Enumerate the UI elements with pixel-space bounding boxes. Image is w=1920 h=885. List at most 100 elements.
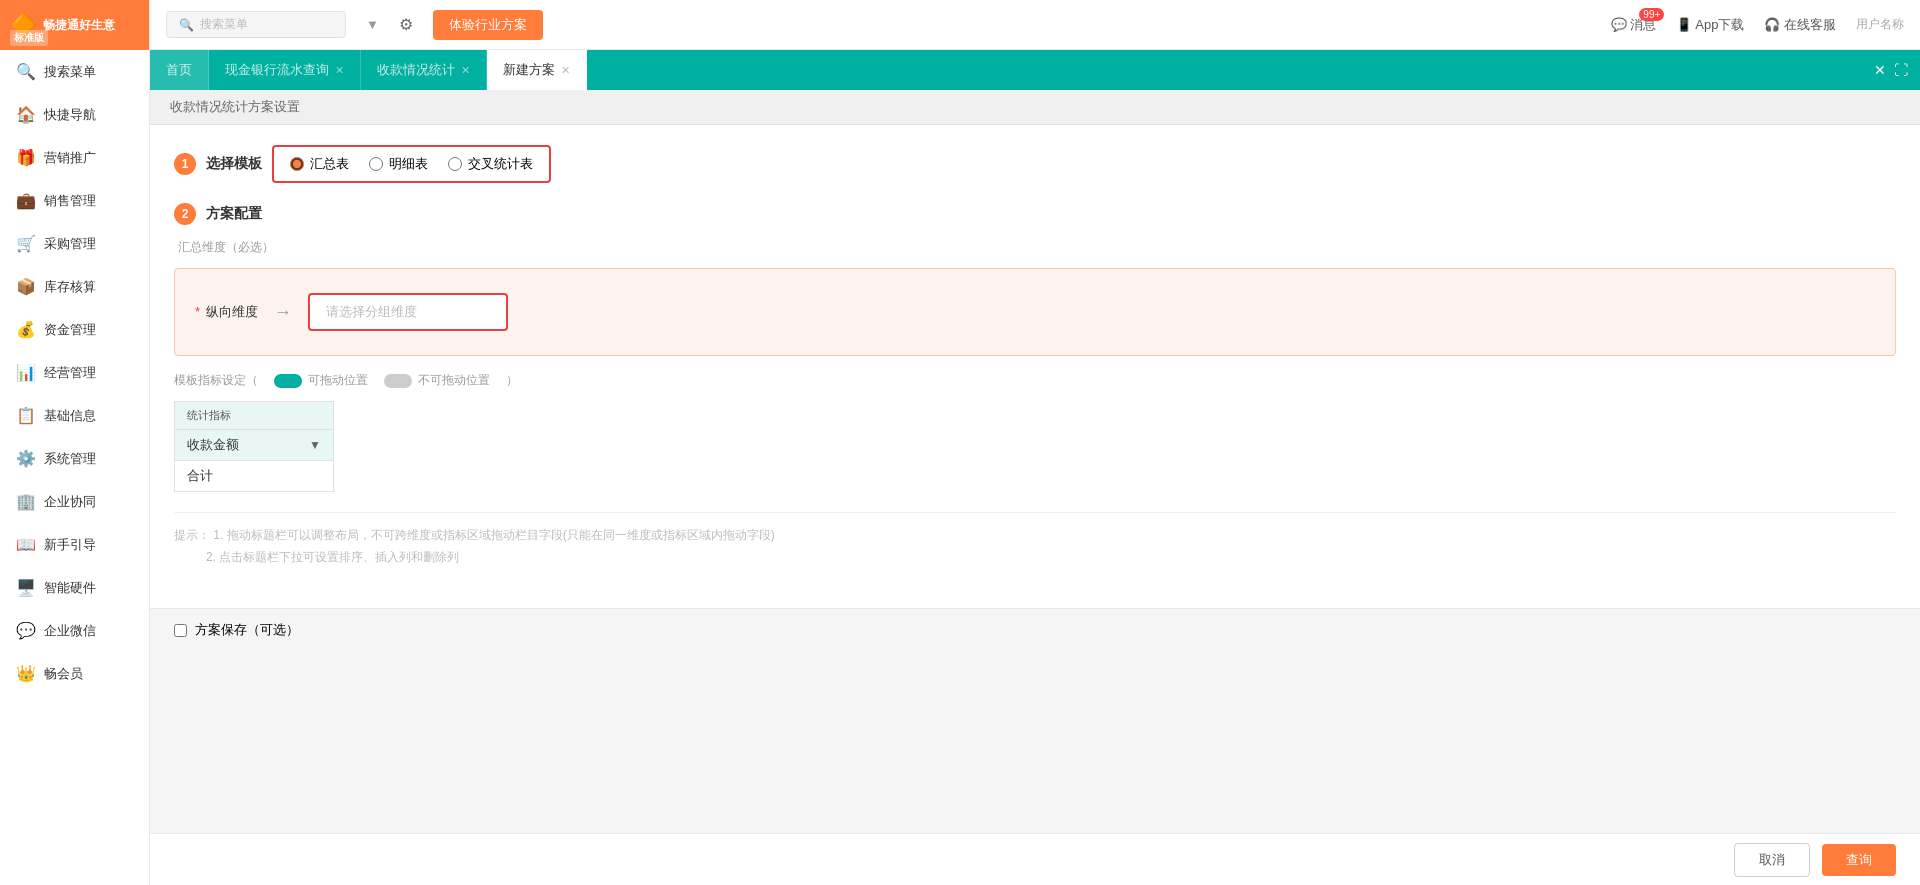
template-options: 汇总表 明细表 交叉统计表 <box>272 145 551 183</box>
tab-home[interactable]: 首页 <box>150 50 209 90</box>
sidebar-item-guide[interactable]: 📖 新手引导 <box>0 523 149 566</box>
sidebar-item-wechat[interactable]: 💬 企业微信 <box>0 609 149 652</box>
toggle-movable <box>274 374 302 388</box>
chevron-down-icon[interactable]: ▼ <box>366 17 379 32</box>
service-label: 在线客服 <box>1784 17 1836 32</box>
member-icon: 👑 <box>16 664 36 683</box>
tip1-text: 提示： 1. 拖动标题栏可以调整布局，不可跨维度或指标区域拖动栏目字段(只能在同… <box>174 525 1896 547</box>
search-placeholder: 搜索菜单 <box>200 16 248 33</box>
tab-receipt-stats-close[interactable]: ✕ <box>461 64 470 77</box>
sidebar-item-inventory-label: 库存核算 <box>44 278 96 296</box>
sidebar-item-marketing-label: 营销推广 <box>44 149 96 167</box>
tabbar-actions: ✕ ⛶ <box>1862 62 1920 78</box>
sidebar-item-purchase[interactable]: 🛒 采购管理 <box>0 222 149 265</box>
tab-close-all-icon[interactable]: ✕ <box>1874 62 1886 78</box>
enterprise-icon: 🏢 <box>16 492 36 511</box>
page-title: 收款情况统计方案设置 <box>150 90 1920 125</box>
template-radio-cross[interactable] <box>448 157 462 171</box>
tab-new-plan[interactable]: 新建方案 ✕ <box>487 50 587 90</box>
sidebar-item-operation[interactable]: 📊 经营管理 <box>0 351 149 394</box>
dimension-selector[interactable]: 请选择分组维度 <box>308 293 508 331</box>
dimension-area: * 纵向维度 → 请选择分组维度 <box>174 268 1896 356</box>
sidebar-item-purchase-label: 采购管理 <box>44 235 96 253</box>
gear-icon[interactable]: ⚙ <box>399 15 413 34</box>
purchase-icon: 🛒 <box>16 234 36 253</box>
step1-section: 1 选择模板 汇总表 明细表 交叉统计表 <box>174 145 1896 183</box>
stats-amount-header[interactable]: 收款金额 ▼ <box>175 430 333 461</box>
user-info[interactable]: 用户名称 <box>1856 16 1904 33</box>
sidebar-item-finance[interactable]: 💰 资金管理 <box>0 308 149 351</box>
sidebar-item-hardware[interactable]: 🖥️ 智能硬件 <box>0 566 149 609</box>
sidebar-item-sales-label: 销售管理 <box>44 192 96 210</box>
sidebar-item-member[interactable]: 👑 畅会员 <box>0 652 149 695</box>
movable-indicator-option: 可拖动位置 <box>274 372 368 389</box>
marketing-icon: 🎁 <box>16 148 36 167</box>
online-service[interactable]: 🎧 在线客服 <box>1764 16 1836 34</box>
tab-bank-flow[interactable]: 现金银行流水查询 ✕ <box>209 50 361 90</box>
app-download[interactable]: 📱 App下载 <box>1676 16 1744 34</box>
sidebar-item-sales[interactable]: 💼 销售管理 <box>0 179 149 222</box>
sidebar-item-inventory[interactable]: 📦 库存核算 <box>0 265 149 308</box>
query-button[interactable]: 查询 <box>1822 844 1896 876</box>
topbar-right: 💬 消息 99+ 📱 App下载 🎧 在线客服 用户名称 <box>1611 16 1904 34</box>
search-icon-topbar: 🔍 <box>179 18 194 32</box>
template-option-summary[interactable]: 汇总表 <box>290 155 349 173</box>
toggle-fixed <box>384 374 412 388</box>
inventory-icon: 📦 <box>16 277 36 296</box>
message-badge[interactable]: 💬 消息 99+ <box>1611 16 1657 34</box>
dimension-label-text: 汇总维度（必选） <box>178 240 274 254</box>
sidebar-item-quick-nav[interactable]: 🏠 快捷导航 <box>0 93 149 136</box>
trial-button[interactable]: 体验行业方案 <box>433 10 543 40</box>
indicator-options-close: ） <box>506 372 518 389</box>
user-name: 用户名称 <box>1856 17 1904 31</box>
fixed-label: 不可拖动位置 <box>418 372 490 389</box>
template-cross-label: 交叉统计表 <box>468 155 533 173</box>
download-icon: 📱 <box>1676 17 1692 32</box>
tip2-text: 2. 点击标题栏下拉可设置排序、插入列和删除列 <box>174 547 1896 569</box>
system-icon: ⚙️ <box>16 449 36 468</box>
sidebar-item-marketing[interactable]: 🎁 营销推广 <box>0 136 149 179</box>
sidebar-item-search-label: 搜索菜单 <box>44 63 96 81</box>
tabbar: 首页 现金银行流水查询 ✕ 收款情况统计 ✕ 新建方案 ✕ ✕ ⛶ <box>150 50 1920 90</box>
download-label: App下载 <box>1695 17 1744 32</box>
topbar-search[interactable]: 🔍 搜索菜单 <box>166 11 346 38</box>
save-checkbox[interactable] <box>174 624 187 637</box>
home-icon: 🏠 <box>16 105 36 124</box>
template-radio-detail[interactable] <box>369 157 383 171</box>
tab-bank-flow-label: 现金银行流水查询 <box>225 61 329 79</box>
hardware-icon: 🖥️ <box>16 578 36 597</box>
indicator-options: 模板指标设定（ 可拖动位置 不可拖动位置 ） <box>174 372 1896 389</box>
basic-info-icon: 📋 <box>16 406 36 425</box>
template-radio-summary[interactable] <box>290 157 304 171</box>
message-icon: 💬 <box>1611 17 1627 32</box>
sidebar-item-enterprise-label: 企业协同 <box>44 493 96 511</box>
finance-icon: 💰 <box>16 320 36 339</box>
content-area: 收款情况统计方案设置 1 选择模板 汇总表 明细表 <box>150 90 1920 885</box>
sidebar-item-enterprise[interactable]: 🏢 企业协同 <box>0 480 149 523</box>
sidebar: 🔶 畅捷通好生意 标准版 🔍 搜索菜单 🏠 快捷导航 🎁 营销推广 💼 销售管理… <box>0 0 150 885</box>
step1-title: 选择模板 <box>206 155 262 173</box>
sidebar-item-member-label: 畅会员 <box>44 665 83 683</box>
cancel-button[interactable]: 取消 <box>1734 843 1810 877</box>
tip2: 2. 点击标题栏下拉可设置排序、插入列和删除列 <box>206 550 459 564</box>
arrow-icon: → <box>274 302 292 323</box>
template-option-detail[interactable]: 明细表 <box>369 155 428 173</box>
tip-section: 提示： 1. 拖动标题栏可以调整布局，不可跨维度或指标区域拖动栏目字段(只能在同… <box>174 512 1896 568</box>
sidebar-item-system-label: 系统管理 <box>44 450 96 468</box>
sidebar-item-guide-label: 新手引导 <box>44 536 96 554</box>
indicators-section: 模板指标设定（ 可拖动位置 不可拖动位置 ） 统计指标 <box>174 372 1896 492</box>
form-container: 1 选择模板 汇总表 明细表 交叉统计表 <box>150 125 1920 608</box>
sidebar-item-basic-info[interactable]: 📋 基础信息 <box>0 394 149 437</box>
app-logo: 🔶 畅捷通好生意 标准版 <box>0 0 149 50</box>
tab-bank-flow-close[interactable]: ✕ <box>335 64 344 77</box>
sidebar-item-system[interactable]: ⚙️ 系统管理 <box>0 437 149 480</box>
tab-receipt-stats[interactable]: 收款情况统计 ✕ <box>361 50 487 90</box>
topbar: 🔍 搜索菜单 ▼ ⚙ 体验行业方案 💬 消息 99+ 📱 App下载 🎧 在线客… <box>150 0 1920 50</box>
template-option-cross[interactable]: 交叉统计表 <box>448 155 533 173</box>
tab-expand-icon[interactable]: ⛶ <box>1894 62 1908 78</box>
tab-new-plan-close[interactable]: ✕ <box>561 64 570 77</box>
sidebar-item-search[interactable]: 🔍 搜索菜单 <box>0 50 149 93</box>
sidebar-item-operation-label: 经营管理 <box>44 364 96 382</box>
step2-title: 方案配置 <box>206 205 262 223</box>
message-count: 99+ <box>1639 8 1664 21</box>
